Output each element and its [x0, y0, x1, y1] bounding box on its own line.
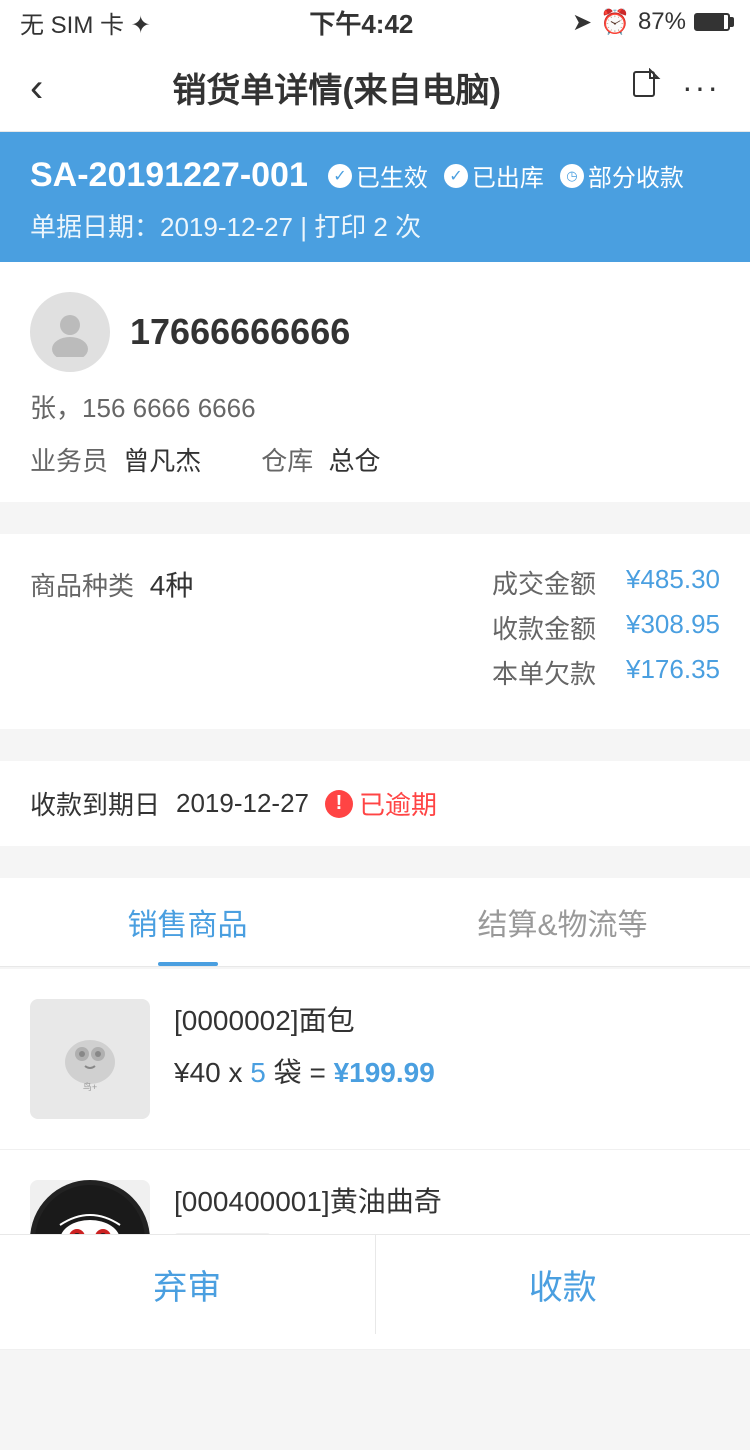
- overdue-badge: ! 已逾期: [325, 785, 437, 822]
- product-name-2: [000400001]黄油曲奇: [174, 1180, 720, 1220]
- check-icon-2: ✓: [444, 164, 468, 188]
- salesperson-label: 业务员: [30, 446, 108, 476]
- received-label: 收款金额: [492, 609, 596, 646]
- clock-icon: ◷: [560, 164, 584, 188]
- status-left: 无 SIM 卡 ✦: [20, 5, 151, 40]
- signal-text: 无 SIM 卡 ✦: [20, 5, 151, 40]
- amounts: 成交金额 ¥485.30 收款金额 ¥308.95 本单欠款 ¥176.35: [492, 564, 720, 699]
- received-row: 收款金额 ¥308.95: [492, 609, 720, 646]
- nav-title: 销货单详情(来自电脑): [172, 63, 501, 112]
- category-label: 商品种类: [30, 571, 134, 601]
- order-date: 单据日期：2019-12-27 | 打印 2 次: [30, 207, 720, 244]
- due-date: 2019-12-27: [176, 788, 309, 819]
- badge-shipped: ✓ 已出库: [444, 158, 544, 193]
- status-time: 下午4:42: [309, 4, 413, 41]
- due-section: 收款到期日 2019-12-27 ! 已逾期: [0, 761, 750, 846]
- tab-products[interactable]: 销售商品: [0, 878, 375, 966]
- battery-text: 87%: [638, 8, 686, 36]
- check-icon: ✓: [328, 164, 352, 188]
- category-count: 4种: [150, 570, 194, 601]
- salesperson-value: 曾凡杰: [123, 446, 201, 476]
- status-badges: ✓ 已生效 ✓ 已出库 ◷ 部分收款: [328, 158, 684, 193]
- salesperson-info: 业务员 曾凡杰: [30, 441, 201, 478]
- received-value: ¥308.95: [626, 609, 720, 646]
- status-right: ➤ ⏰ 87%: [572, 8, 730, 37]
- order-header: SA-20191227-001 ✓ 已生效 ✓ 已出库 ◷ 部分收款 单据日期：…: [0, 132, 750, 262]
- deal-amount-label: 成交金额: [492, 564, 596, 601]
- badge-partial: ◷ 部分收款: [560, 158, 684, 193]
- category-info: 商品种类 4种: [30, 564, 193, 604]
- status-bar: 无 SIM 卡 ✦ 下午4:42 ➤ ⏰ 87%: [0, 0, 750, 44]
- deal-amount-row: 成交金额 ¥485.30: [492, 564, 720, 601]
- due-label: 收款到期日: [30, 785, 160, 822]
- overdue-icon: !: [325, 790, 353, 818]
- cancel-button[interactable]: 弃审: [0, 1235, 375, 1334]
- divider-2: [0, 745, 750, 761]
- customer-section: 17666666666 张，156 6666 6666 业务员 曾凡杰 仓库 总…: [0, 262, 750, 502]
- nav-left: ‹: [30, 68, 43, 108]
- battery-icon: [694, 13, 730, 31]
- divider-1: [0, 518, 750, 534]
- deal-amount-value: ¥485.30: [626, 564, 720, 601]
- warehouse-info: 仓库 总仓: [261, 441, 380, 478]
- confirm-button[interactable]: 收款: [375, 1235, 750, 1334]
- product-price-1: ¥40 x 5 袋 = ¥199.99: [174, 1051, 720, 1091]
- warehouse-label: 仓库: [261, 446, 313, 476]
- summary-section: 商品种类 4种 成交金额 ¥485.30 收款金额 ¥308.95 本单欠款 ¥…: [0, 534, 750, 729]
- product-info-1: [0000002]面包 ¥40 x 5 袋 = ¥199.99: [174, 999, 720, 1091]
- quantity-1: 5: [250, 1057, 266, 1088]
- location-icon: ➤: [572, 8, 592, 37]
- divider-3: [0, 862, 750, 878]
- svg-text:鸟+: 鸟+: [83, 1081, 97, 1092]
- share-button[interactable]: [630, 68, 662, 108]
- owed-value: ¥176.35: [626, 654, 720, 691]
- tab-underline: [158, 962, 218, 966]
- warehouse-value: 总仓: [329, 446, 381, 476]
- more-button[interactable]: ···: [682, 69, 720, 106]
- overdue-text: 已逾期: [359, 785, 437, 822]
- total-1: ¥199.99: [334, 1057, 435, 1088]
- badge-effective: ✓ 已生效: [328, 158, 428, 193]
- order-id: SA-20191227-001: [30, 156, 308, 195]
- nav-right: ···: [630, 68, 720, 108]
- list-item: 鸟+ [0000002]面包 ¥40 x 5 袋 = ¥199.99: [0, 969, 750, 1150]
- nav-bar: ‹ 销货单详情(来自电脑) ···: [0, 44, 750, 132]
- back-button[interactable]: ‹: [30, 68, 43, 108]
- tab-settlement[interactable]: 结算&物流等: [375, 878, 750, 966]
- customer-sub: 张，156 6666 6666: [30, 388, 720, 425]
- product-thumb-1: 鸟+: [30, 999, 150, 1119]
- customer-meta: 业务员 曾凡杰 仓库 总仓: [30, 441, 720, 478]
- customer-phone: 17666666666: [130, 311, 350, 353]
- owed-row: 本单欠款 ¥176.35: [492, 654, 720, 691]
- bottom-spacer: [0, 1350, 750, 1450]
- thumb-placeholder-1: 鸟+: [30, 999, 150, 1119]
- avatar: [30, 292, 110, 372]
- bottom-bar: 弃审 收款: [0, 1234, 750, 1334]
- alarm-icon: ⏰: [600, 8, 630, 37]
- owed-label: 本单欠款: [492, 654, 596, 691]
- product-name-1: [0000002]面包: [174, 999, 720, 1039]
- tabs: 销售商品 结算&物流等: [0, 878, 750, 967]
